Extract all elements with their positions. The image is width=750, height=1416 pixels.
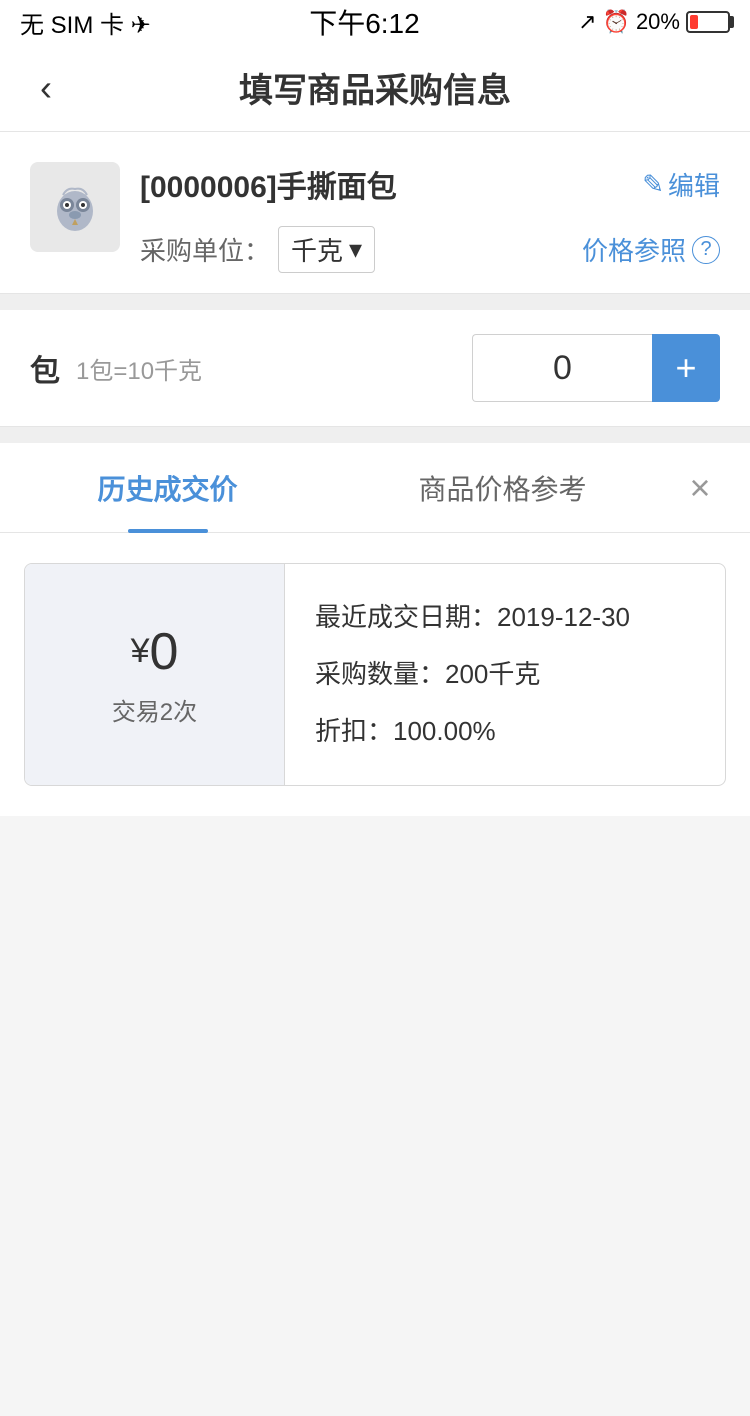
price-ref-label: 价格参照 xyxy=(582,231,686,268)
product-logo xyxy=(30,162,120,252)
page-title: 填写商品采购信息 xyxy=(239,63,511,112)
section-divider-2 xyxy=(0,427,750,443)
tab-product-label: 商品价格参考 xyxy=(418,468,586,508)
battery-icon xyxy=(686,11,730,33)
edit-label: 编辑 xyxy=(668,166,720,203)
unit-label: 采购单位： xyxy=(140,231,270,268)
purchase-qty-row: 采购数量：200千克 xyxy=(315,655,695,694)
trade-card-area: ¥0 交易2次 最近成交日期：2019-12-30 采购数量：200千克 折扣：… xyxy=(0,533,750,816)
quantity-input[interactable] xyxy=(472,334,652,402)
alarm-icon: ⏰ xyxy=(603,9,630,35)
status-time: 下午6:12 xyxy=(309,2,420,42)
last-deal-label: 最近成交日期： xyxy=(315,602,497,632)
product-card: [0000006]手撕面包 ✎ 编辑 采购单位： 千克 ▾ 价格参照 ? xyxy=(0,132,750,294)
product-logo-icon xyxy=(45,177,105,237)
location-icon: ↗ xyxy=(578,9,596,35)
tab-product-price[interactable]: 商品价格参考 xyxy=(335,443,670,533)
price-value: 0 xyxy=(150,623,179,681)
tab-header: 历史成交价 商品价格参考 × xyxy=(0,443,750,533)
status-bar: 无 SIM 卡 ✈ 下午6:12 ↗ ⏰ 20% xyxy=(0,0,750,44)
trade-details-section: 最近成交日期：2019-12-30 采购数量：200千克 折扣：100.00% xyxy=(285,564,725,785)
discount-row: 折扣：100.00% xyxy=(315,712,695,751)
quantity-input-area: + xyxy=(472,334,720,402)
discount-label: 折扣： xyxy=(315,716,393,746)
tab-history-price[interactable]: 历史成交价 xyxy=(0,443,335,533)
purchase-qty-label: 采购数量： xyxy=(315,659,445,689)
dropdown-icon: ▾ xyxy=(349,234,362,265)
unit-value: 千克 xyxy=(291,231,343,268)
price-ref-button[interactable]: 价格参照 ? xyxy=(582,231,720,268)
trade-count: 交易2次 xyxy=(112,692,197,727)
section-divider xyxy=(0,294,750,310)
tab-history-label: 历史成交价 xyxy=(97,468,237,508)
help-icon: ? xyxy=(692,236,720,264)
product-name: [0000006]手撕面包 xyxy=(140,162,397,206)
sim-status: 无 SIM 卡 ✈ xyxy=(20,5,151,40)
trade-price: ¥0 xyxy=(131,622,179,682)
last-deal-date: 2019-12-30 xyxy=(497,602,630,632)
status-right: ↗ ⏰ 20% xyxy=(578,9,730,35)
trade-card: ¥0 交易2次 最近成交日期：2019-12-30 采购数量：200千克 折扣：… xyxy=(24,563,726,786)
status-left: 无 SIM 卡 ✈ xyxy=(20,5,151,40)
tab-section: 历史成交价 商品价格参考 × ¥0 交易2次 最近成交日期：2019-12-30… xyxy=(0,443,750,816)
purchase-qty: 200千克 xyxy=(445,659,540,689)
bag-label: 包 xyxy=(30,346,60,390)
trade-price-section: ¥0 交易2次 xyxy=(25,564,285,785)
product-info: [0000006]手撕面包 ✎ 编辑 采购单位： 千克 ▾ 价格参照 ? xyxy=(140,162,720,273)
back-button[interactable]: ‹ xyxy=(30,57,62,119)
tab-underline xyxy=(128,529,208,533)
edit-icon: ✎ xyxy=(642,169,664,200)
nav-bar: ‹ 填写商品采购信息 xyxy=(0,44,750,132)
page-background xyxy=(0,816,750,1416)
unit-select[interactable]: 千克 ▾ xyxy=(278,226,375,273)
battery-percent: 20% xyxy=(636,9,680,35)
discount-value: 100.00% xyxy=(393,716,496,746)
price-symbol: ¥ xyxy=(131,632,150,671)
plus-button[interactable]: + xyxy=(652,334,720,402)
tab-close-button[interactable]: × xyxy=(670,467,750,509)
last-deal-date-row: 最近成交日期：2019-12-30 xyxy=(315,598,695,637)
bag-tip: 1包=10千克 xyxy=(76,351,202,386)
quantity-row: 包 1包=10千克 + xyxy=(0,310,750,427)
edit-button[interactable]: ✎ 编辑 xyxy=(642,166,720,203)
